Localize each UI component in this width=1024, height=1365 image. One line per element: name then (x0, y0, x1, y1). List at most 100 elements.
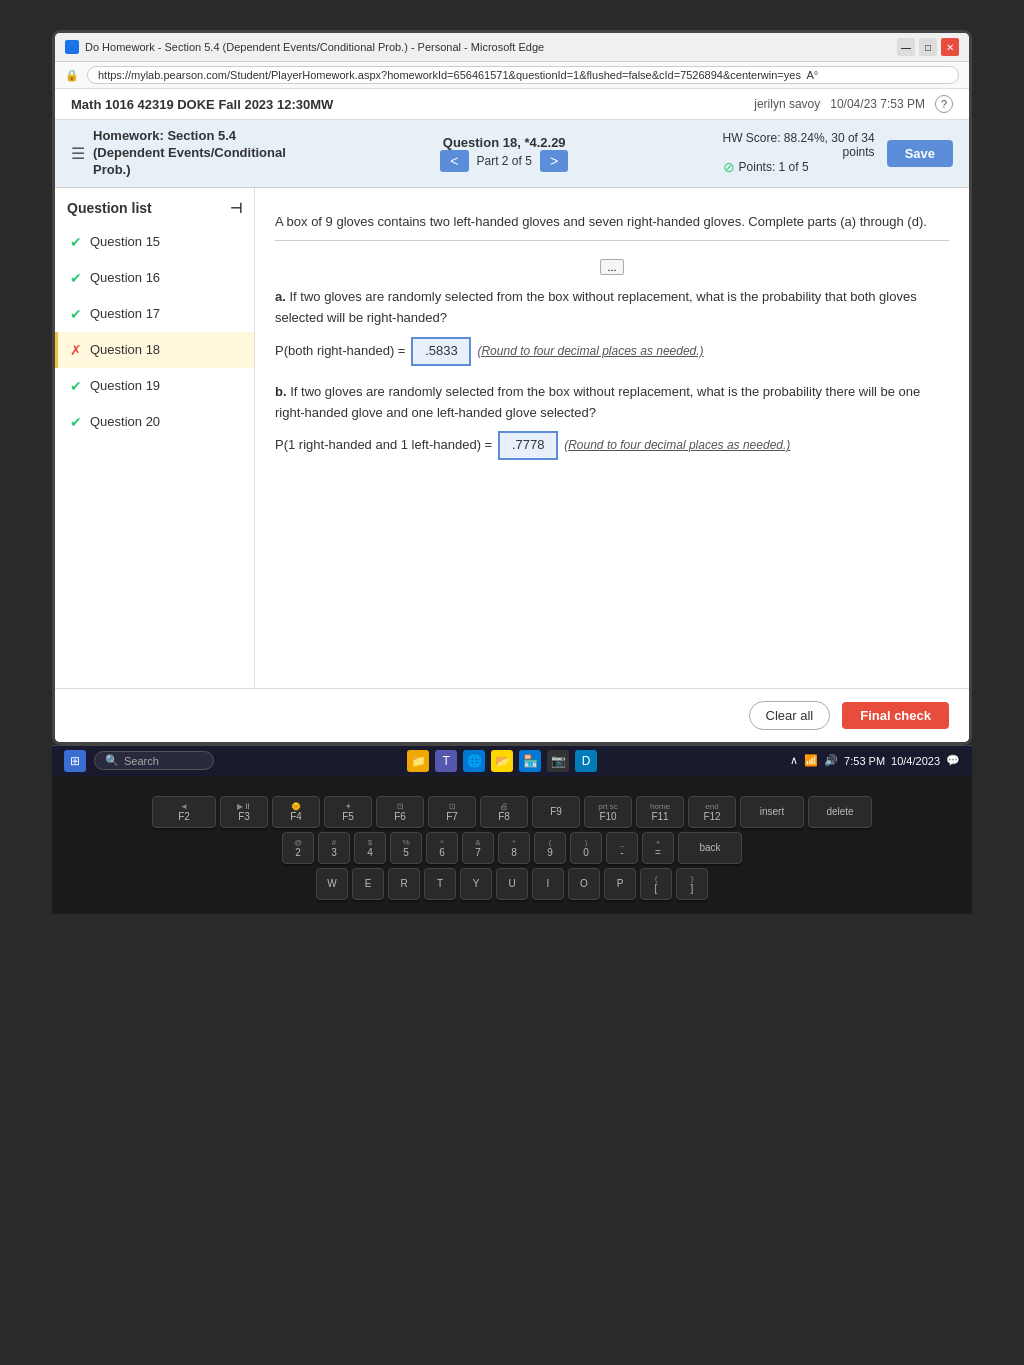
sidebar-label-q17: Question 17 (90, 306, 160, 321)
camera-icon[interactable]: 📷 (547, 750, 569, 772)
key-p[interactable]: P (604, 868, 636, 900)
close-button[interactable]: ✕ (941, 38, 959, 56)
edge-icon[interactable]: 🌐 (463, 750, 485, 772)
search-placeholder: Search (124, 755, 159, 767)
save-button[interactable]: Save (887, 140, 953, 167)
key-u[interactable]: U (496, 868, 528, 900)
part-b-round-note: (Round to four decimal places as needed.… (564, 436, 790, 455)
key-f7[interactable]: ⊡F7 (428, 796, 476, 828)
part-b-answer-line: P(1 right-handed and 1 left-handed) = .7… (275, 431, 949, 460)
key-f8[interactable]: 🖨F8 (480, 796, 528, 828)
key-f12[interactable]: endF12 (688, 796, 736, 828)
key-4[interactable]: $4 (354, 832, 386, 864)
sidebar-item-q19[interactable]: ✔ Question 19 (55, 368, 254, 404)
final-check-button[interactable]: Final check (842, 702, 949, 729)
key-minus[interactable]: _- (606, 832, 638, 864)
part-a-answer-line: P(both right-handed) = .5833 (Round to f… (275, 337, 949, 366)
key-i[interactable]: I (532, 868, 564, 900)
dell-icon[interactable]: D (575, 750, 597, 772)
key-r[interactable]: R (388, 868, 420, 900)
sidebar-item-q16[interactable]: ✔ Question 16 (55, 260, 254, 296)
sidebar-collapse-icon[interactable]: ⊣ (230, 200, 242, 216)
question-nav: Question 18, *4.2.29 < Part 2 of 5 > (296, 135, 713, 172)
key-f3[interactable]: ▶⏸F3 (220, 796, 268, 828)
restore-button[interactable]: □ (919, 38, 937, 56)
key-f6[interactable]: ⊡F6 (376, 796, 424, 828)
key-f10[interactable]: prt scF10 (584, 796, 632, 828)
key-o[interactable]: O (568, 868, 600, 900)
part-b-answer[interactable]: .7778 (498, 431, 558, 460)
key-2[interactable]: @2 (282, 832, 314, 864)
key-3[interactable]: #3 (318, 832, 350, 864)
key-f11[interactable]: homeF11 (636, 796, 684, 828)
part-a-answer[interactable]: .5833 (411, 337, 471, 366)
store-icon[interactable]: 🏪 (519, 750, 541, 772)
wifi-icon: 📶 (804, 754, 818, 767)
key-f4[interactable]: 🌞F4 (272, 796, 320, 828)
keyboard-area: ◄F2 ▶⏸F3 🌞F4 ✦F5 ⊡F6 ⊡F7 🖨F8 F9 prt scF1… (52, 776, 972, 914)
key-9[interactable]: (9 (534, 832, 566, 864)
sidebar-item-q17[interactable]: ✔ Question 17 (55, 296, 254, 332)
username: jerilyn savoy (754, 97, 820, 111)
sidebar-item-q20[interactable]: ✔ Question 20 (55, 404, 254, 440)
browser-title-bar: Do Homework - Section 5.4 (Dependent Eve… (55, 33, 969, 62)
minimize-button[interactable]: — (897, 38, 915, 56)
key-insert[interactable]: insert (740, 796, 804, 828)
key-open-bracket[interactable]: {[ (640, 868, 672, 900)
bottom-bar: Clear all Final check (55, 688, 969, 742)
expand-button[interactable]: ... (600, 259, 623, 275)
key-delete[interactable]: delete (808, 796, 872, 828)
lock-icon: 🔒 (65, 69, 79, 82)
partial-icon-q18: ✗ (70, 342, 82, 358)
keyboard-num-row: @2 #3 $4 %5 ^6 &7 *8 (9 )0 _- += back (62, 832, 962, 864)
part-a-round-note: (Round to four decimal places as needed.… (477, 342, 703, 361)
hw-score: HW Score: 88.24%, 30 of 34 (723, 131, 875, 145)
datetime: 10/04/23 7:53 PM (830, 97, 925, 111)
next-question-button[interactable]: > (540, 150, 568, 172)
sidebar-label-q15: Question 15 (90, 234, 160, 249)
help-icon[interactable]: ? (935, 95, 953, 113)
browser-favicon (65, 40, 79, 54)
hw-score-sub: points (723, 145, 875, 159)
main-content: Question list ⊣ ✔ Question 15 ✔ Question… (55, 188, 969, 688)
prev-question-button[interactable]: < (440, 150, 468, 172)
key-backspace[interactable]: back (678, 832, 742, 864)
windows-start-icon[interactable]: ⊞ (64, 750, 86, 772)
key-w[interactable]: W (316, 868, 348, 900)
key-e[interactable]: E (352, 868, 384, 900)
part-a-text: If two gloves are randomly selected from… (275, 289, 917, 325)
clear-all-button[interactable]: Clear all (749, 701, 831, 730)
key-f9[interactable]: F9 (532, 796, 580, 828)
system-tray-arrow[interactable]: ∧ (790, 754, 798, 767)
sidebar-item-q15[interactable]: ✔ Question 15 (55, 224, 254, 260)
key-t[interactable]: T (424, 868, 456, 900)
key-6[interactable]: ^6 (426, 832, 458, 864)
part-b-label: b. (275, 384, 287, 399)
key-5[interactable]: %5 (390, 832, 422, 864)
part-b-section: b. If two gloves are randomly selected f… (275, 382, 949, 460)
key-f2[interactable]: ◄F2 (152, 796, 216, 828)
files-icon[interactable]: 📂 (491, 750, 513, 772)
teams-icon[interactable]: T (435, 750, 457, 772)
taskbar-search[interactable]: 🔍 Search (94, 751, 214, 770)
menu-icon[interactable]: ☰ (71, 144, 85, 163)
key-f5[interactable]: ✦F5 (324, 796, 372, 828)
part-a-section: a. If two gloves are randomly selected f… (275, 287, 949, 365)
check-icon-q15: ✔ (70, 234, 82, 250)
part-a-equation-prefix: P(both right-handed) = (275, 341, 405, 362)
notification-icon[interactable]: 💬 (946, 754, 960, 767)
key-8[interactable]: *8 (498, 832, 530, 864)
key-7[interactable]: &7 (462, 832, 494, 864)
problem-statement: A box of 9 gloves contains two left-hand… (275, 204, 949, 242)
score-block: HW Score: 88.24%, 30 of 34 points ⊘ Poin… (723, 131, 875, 175)
check-icon-q16: ✔ (70, 270, 82, 286)
key-0[interactable]: )0 (570, 832, 602, 864)
key-y[interactable]: Y (460, 868, 492, 900)
sidebar-item-q18[interactable]: ✗ Question 18 (55, 332, 254, 368)
sidebar-label-q19: Question 19 (90, 378, 160, 393)
file-explorer-icon[interactable]: 📁 (407, 750, 429, 772)
taskbar-time: 7:53 PM (844, 755, 885, 767)
url-input[interactable] (87, 66, 959, 84)
key-equals[interactable]: += (642, 832, 674, 864)
key-close-bracket[interactable]: }] (676, 868, 708, 900)
